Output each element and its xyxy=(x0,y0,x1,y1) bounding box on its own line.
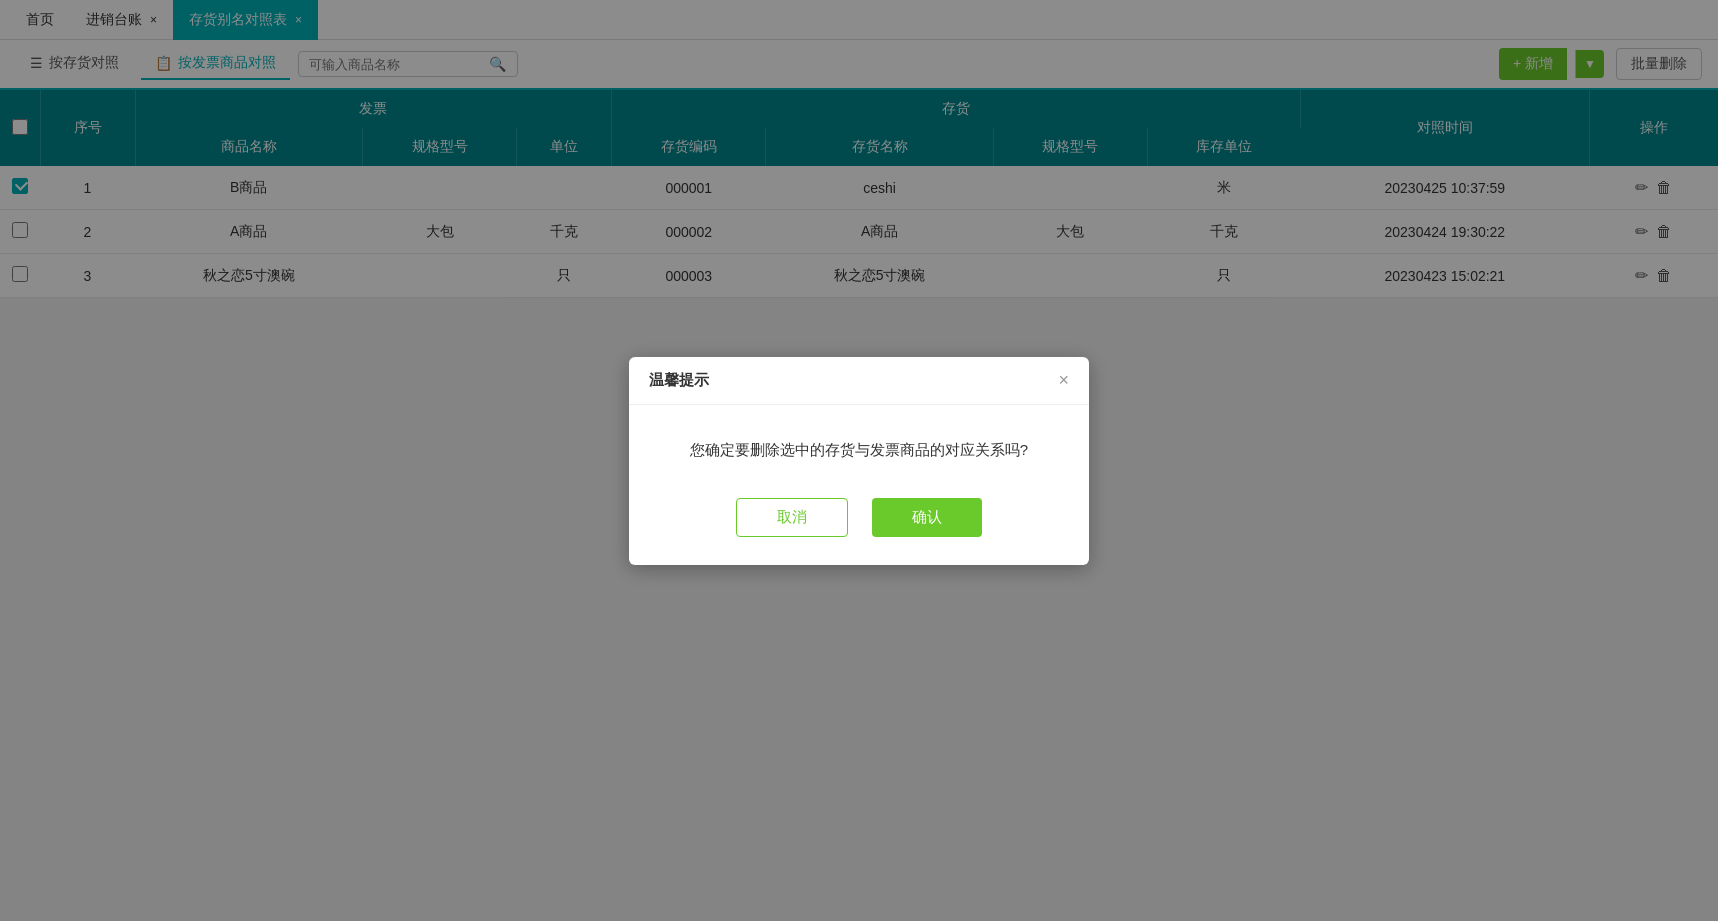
modal-overlay: 温馨提示 × 您确定要删除选中的存货与发票商品的对应关系吗? 取消 确认 xyxy=(0,0,1718,298)
